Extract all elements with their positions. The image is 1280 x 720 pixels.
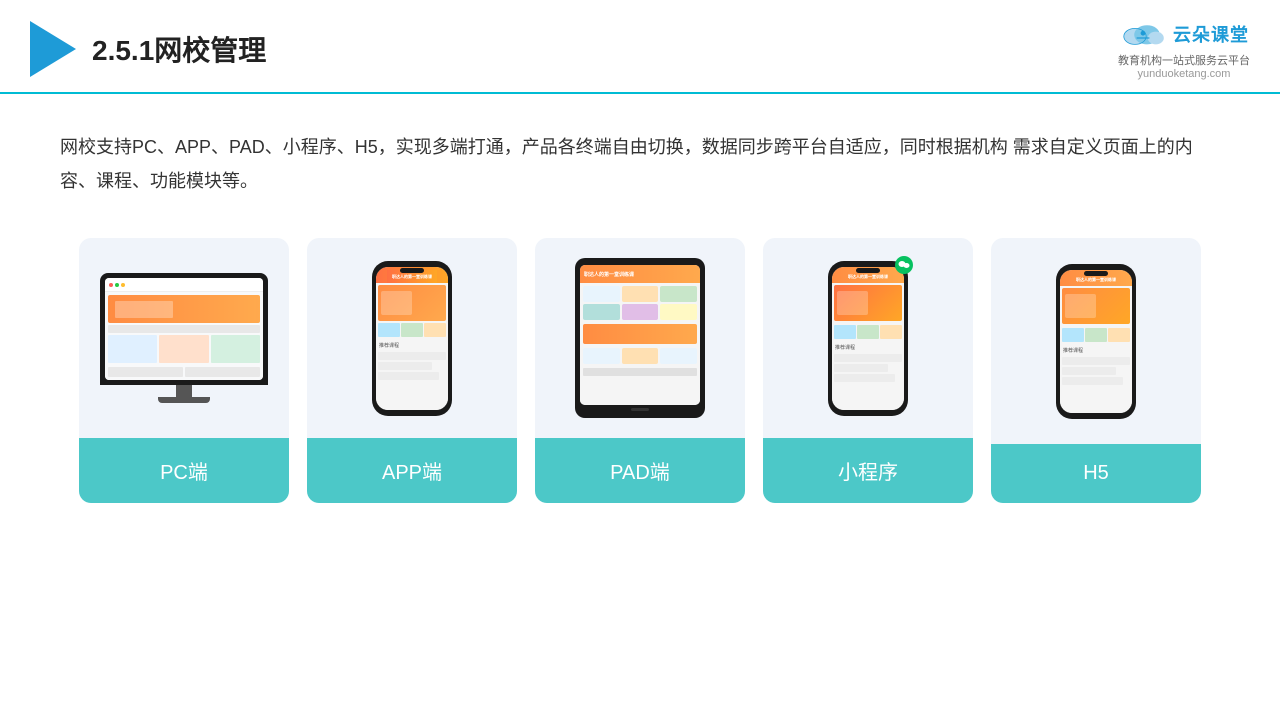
card-miniprogram-image: 职达人的第一堂训练课 推荐课程 [763, 238, 973, 438]
brand-url-text: yunduoketang.com [1138, 68, 1231, 80]
header-left: 2.5.1网校管理 [30, 21, 266, 77]
card-pc-image [79, 238, 289, 438]
card-pc: PC端 [79, 238, 289, 503]
card-pad: 职达人的第一堂训练课 [535, 238, 745, 503]
card-pad-image: 职达人的第一堂训练课 [535, 238, 745, 438]
pc-monitor-icon [100, 273, 268, 403]
app-phone-wrapper: 职达人的第一堂训练课 推荐课程 [372, 261, 452, 416]
cloud-icon [1119, 18, 1167, 50]
wechat-badge [895, 256, 913, 274]
card-h5: 职达人的第一堂训练课 推荐课程 [991, 238, 1201, 503]
card-app: 职达人的第一堂训练课 推荐课程 [307, 238, 517, 503]
logo-triangle-icon [30, 21, 76, 77]
card-pad-label: PAD端 [535, 438, 745, 503]
brand-subtitle-text: 教育机构一站式服务云平台 [1118, 52, 1250, 68]
brand-name-text: 云朵课堂 [1173, 21, 1249, 47]
pad-tablet-icon: 职达人的第一堂训练课 [575, 258, 705, 418]
card-miniprogram: 职达人的第一堂训练课 推荐课程 [763, 238, 973, 503]
card-app-label: APP端 [307, 438, 517, 503]
card-h5-image: 职达人的第一堂训练课 推荐课程 [991, 238, 1201, 444]
page-title: 2.5.1网校管理 [92, 29, 266, 69]
h5-phone-icon: 职达人的第一堂训练课 推荐课程 [1056, 264, 1136, 419]
brand-logo: 云朵课堂 [1119, 18, 1249, 50]
brand-section: 云朵课堂 教育机构一站式服务云平台 yunduoketang.com [1118, 18, 1250, 80]
h5-phone-wrapper: 职达人的第一堂训练课 推荐课程 [1056, 264, 1136, 419]
page-header: 2.5.1网校管理 云朵课堂 教育机构一站式服务云平台 yunduoketang… [0, 0, 1280, 94]
miniprogram-phone-icon: 职达人的第一堂训练课 推荐课程 [828, 261, 908, 416]
card-h5-label: H5 [991, 444, 1201, 503]
miniprogram-phone-wrapper: 职达人的第一堂训练课 推荐课程 [828, 261, 908, 416]
card-pc-label: PC端 [79, 438, 289, 503]
platform-cards: PC端 职达人的第一堂训练课 [0, 218, 1280, 533]
app-phone-icon: 职达人的第一堂训练课 推荐课程 [372, 261, 452, 416]
card-miniprogram-label: 小程序 [763, 438, 973, 503]
card-app-image: 职达人的第一堂训练课 推荐课程 [307, 238, 517, 438]
description-text: 网校支持PC、APP、PAD、小程序、H5，实现多端打通，产品各终端自由切换，数… [0, 94, 1280, 218]
